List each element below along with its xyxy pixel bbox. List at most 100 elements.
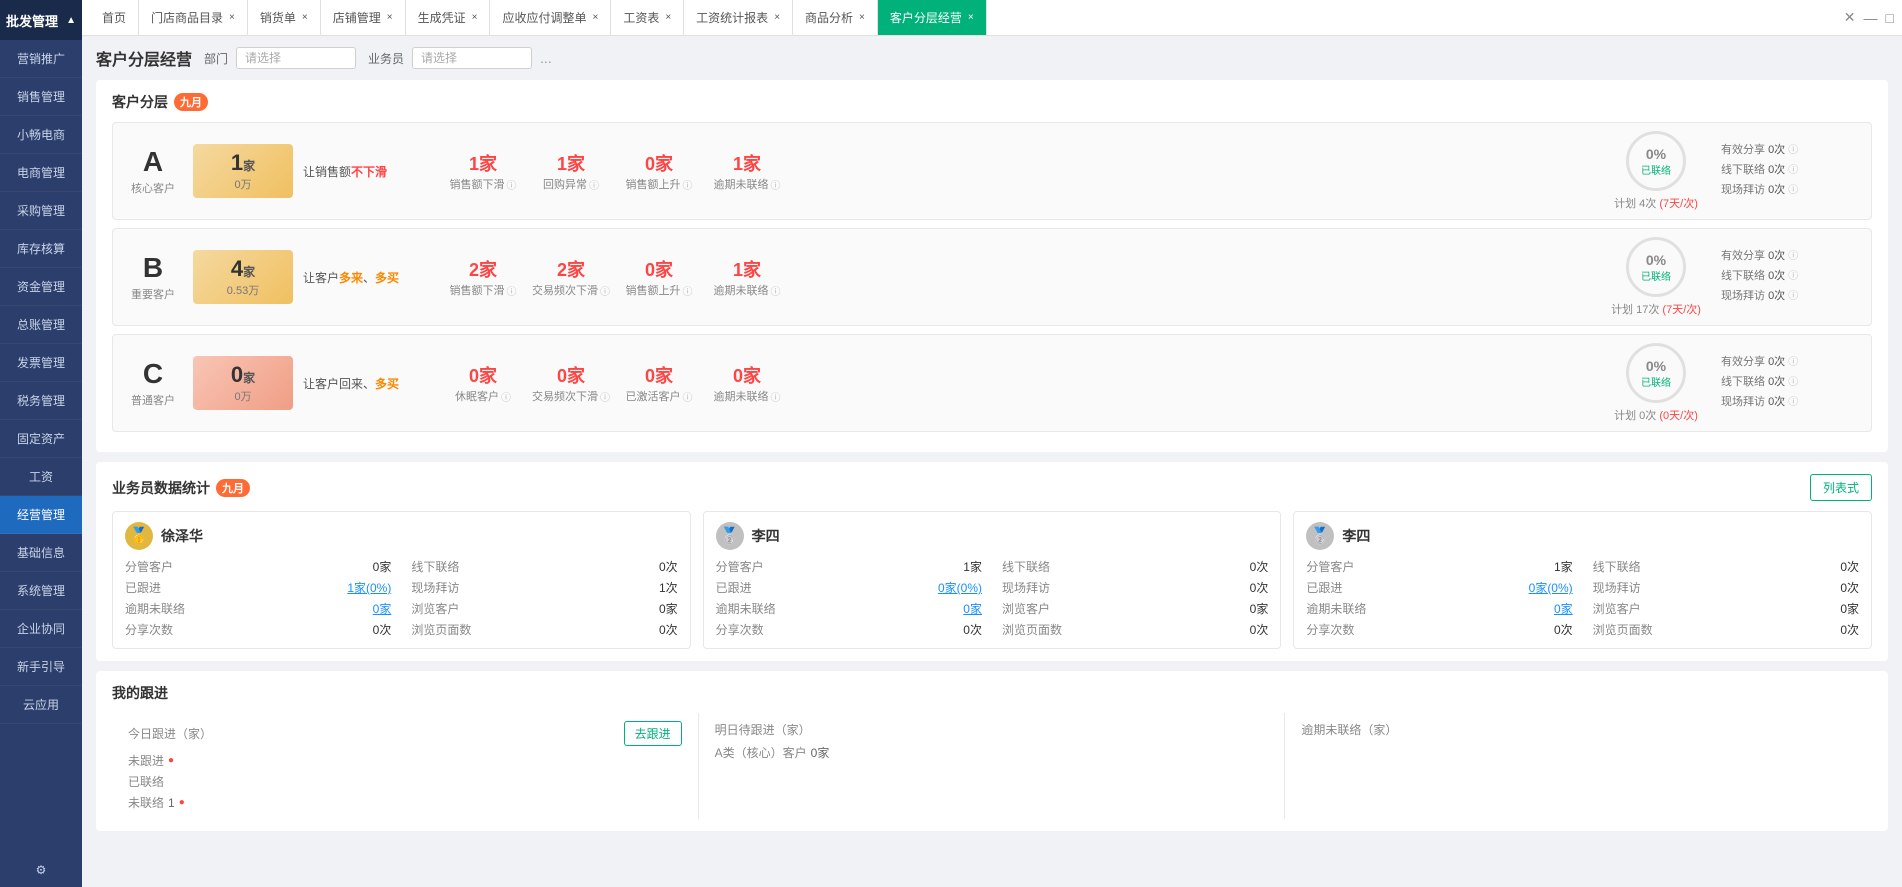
tab-客户分层经营[interactable]: 客户分层经营× [878,0,987,36]
stat-item[interactable]: 0家休眠客户 ⓘ [443,362,523,404]
sidebar-item-系统管理[interactable]: 系统管理 [0,572,82,610]
staff-stat-row: 逾期未联络 0家 [125,600,391,617]
stat-item[interactable]: 0家交易频次下滑 ⓘ [531,362,611,404]
tab-close-icon[interactable]: × [968,12,974,23]
main-area: 首页门店商品目录×销货单×店铺管理×生成凭证×应收应付调整单×工资表×工资统计报… [82,0,1902,887]
tab-close-icon[interactable]: × [859,12,865,23]
followup-grid: 今日跟进（家） 去跟进 未跟进 ● 已联络 未联络 1 ● [112,713,1872,819]
tab-首页[interactable]: 首页 [90,0,139,36]
stat-item[interactable]: 1家逾期未联络 ⓘ [707,256,787,298]
tier-count-box-c[interactable]: 0家0万 [193,356,293,410]
sidebar-item-电商管理[interactable]: 电商管理 [0,154,82,192]
staff-label: 业务员 [368,50,404,67]
tier-right-stats-a: 有效分享 0次 ⓘ线下联络 0次 ⓘ现场拜访 0次 ⓘ [1721,141,1861,200]
staff-name-1: 李四 [752,526,780,546]
staff-header-0: 🥇 徐泽华 [125,522,678,550]
sidebar-item-固定资产[interactable]: 固定资产 [0,420,82,458]
staff-stat-row: 分管客户 0家 [125,558,391,575]
tab-close-icon[interactable]: × [302,12,308,23]
tier-contact-box-b[interactable]: 0% 已联络 计划 17次 (7天/次) [1601,237,1711,317]
tab-close-icon[interactable]: × [665,12,671,23]
business-section: 业务员数据统计 九月 列表式 🥇 徐泽华 分管客户 0家 线下联络 0次 已跟进… [96,462,1888,661]
tier-contact-box-c[interactable]: 0% 已联络 计划 0次 (0天/次) [1601,343,1711,423]
tab-bar: 首页门店商品目录×销货单×店铺管理×生成凭证×应收应付调整单×工资表×工资统计报… [82,0,1902,36]
minimize-tab-icon[interactable]: — [1864,10,1878,26]
sidebar-item-销售管理[interactable]: 销售管理 [0,78,82,116]
sidebar-item-工资[interactable]: 工资 [0,458,82,496]
content-area: 客户分层经营 部门 请选择 业务员 请选择 ... 客户分层 九月 A核心客户1 [82,36,1902,887]
tab-销货单[interactable]: 销货单× [248,0,321,36]
goto-followup-button[interactable]: 去跟进 [624,721,682,746]
customer-month-badge: 九月 [174,93,208,111]
sidebar-header[interactable]: 批发管理 ▲ [0,0,82,40]
tab-商品分析[interactable]: 商品分析× [793,0,878,36]
tab-门店商品目录[interactable]: 门店商品目录× [139,0,248,36]
tab-工资统计报表[interactable]: 工资统计报表× [684,0,793,36]
sidebar-item-新手引导[interactable]: 新手引导 [0,648,82,686]
sidebar-item-税务管理[interactable]: 税务管理 [0,382,82,420]
sidebar-item-小畅电商[interactable]: 小畅电商 [0,116,82,154]
tier-action-c: 让客户回来、多买 [303,375,433,392]
sidebar-collapse-icon[interactable]: ▲ [66,15,76,26]
tab-应收应付调整单[interactable]: 应收应付调整单× [490,0,611,36]
followup-today-row1: 未跟进 ● [128,752,682,769]
list-view-button[interactable]: 列表式 [1810,474,1872,501]
sidebar-item-采购管理[interactable]: 采购管理 [0,192,82,230]
staff-name-0: 徐泽华 [161,526,203,546]
followup-tomorrow-title: 明日待跟进（家） [715,721,1269,738]
sidebar-settings-icon[interactable]: ⚙ [0,853,82,887]
close-tab-icon[interactable]: ✕ [1844,9,1856,26]
staff-header-1: 🥈 李四 [716,522,1269,550]
stat-item[interactable]: 1家逾期未联络 ⓘ [707,150,787,192]
tier-contact-box-a[interactable]: 0% 已联络 计划 4次 (7天/次) [1601,131,1711,211]
customer-section: 客户分层 九月 A核心客户1家0万让销售额不下滑1家销售额下滑 ⓘ1家回购异常 … [96,80,1888,452]
staff-stat-row: 分享次数 0次 [1306,621,1572,638]
stat-item[interactable]: 0家销售额上升 ⓘ [619,256,699,298]
dept-select[interactable]: 请选择 [236,47,356,69]
tab-店铺管理[interactable]: 店铺管理× [321,0,406,36]
sidebar-item-云应用[interactable]: 云应用 [0,686,82,724]
staff-stat-row: 分管客户 1家 [716,558,982,575]
stat-item[interactable]: 0家已激活客户 ⓘ [619,362,699,404]
stat-item[interactable]: 1家回购异常 ⓘ [531,150,611,192]
tab-工资表[interactable]: 工资表× [611,0,684,36]
sidebar-item-基础信息[interactable]: 基础信息 [0,534,82,572]
followup-section-label: 我的跟进 [112,683,168,703]
sidebar-item-经营管理[interactable]: 经营管理 [0,496,82,534]
tab-close-icon[interactable]: × [387,12,393,23]
dept-label: 部门 [204,50,228,67]
followup-today-row3: 未联络 1 ● [128,794,682,811]
tab-close-icon[interactable]: × [229,12,235,23]
tab-close-icon[interactable]: × [592,12,598,23]
stat-item[interactable]: 2家交易频次下滑 ⓘ [531,256,611,298]
tier-action-b: 让客户多来、多买 [303,269,433,286]
sidebar-item-发票管理[interactable]: 发票管理 [0,344,82,382]
tab-actions: ✕ — □ [1844,9,1894,26]
stat-item[interactable]: 1家销售额下滑 ⓘ [443,150,523,192]
sidebar-title: 批发管理 [6,11,58,30]
tab-close-icon[interactable]: × [774,12,780,23]
sidebar-item-库存核算[interactable]: 库存核算 [0,230,82,268]
tab-生成凭证[interactable]: 生成凭证× [406,0,491,36]
followup-overdue-col: 逾期未联络（家） [1285,713,1872,819]
followup-overdue-title: 逾期未联络（家） [1301,721,1856,738]
stat-item[interactable]: 2家销售额下滑 ⓘ [443,256,523,298]
staff-stat-row: 浏览页面数 0次 [411,621,677,638]
maximize-tab-icon[interactable]: □ [1886,10,1894,26]
staff-stat-row: 浏览页面数 0次 [1593,621,1859,638]
sidebar-item-资金管理[interactable]: 资金管理 [0,268,82,306]
staff-stat-row: 逾期未联络 0家 [716,600,982,617]
stat-item[interactable]: 0家销售额上升 ⓘ [619,150,699,192]
stat-item[interactable]: 0家逾期未联络 ⓘ [707,362,787,404]
sidebar-item-总账管理[interactable]: 总账管理 [0,306,82,344]
tier-count-box-b[interactable]: 4家0.53万 [193,250,293,304]
staff-stat-row: 浏览客户 0家 [1593,600,1859,617]
tier-count-box-a[interactable]: 1家0万 [193,144,293,198]
tab-close-icon[interactable]: × [472,12,478,23]
staff-stat-row: 分享次数 0次 [716,621,982,638]
filter-more[interactable]: ... [540,50,552,66]
followup-tomorrow-row1: A类（核心）客户 0家 [715,744,1269,761]
sidebar-item-营销推广[interactable]: 营销推广 [0,40,82,78]
sidebar-item-企业协同[interactable]: 企业协同 [0,610,82,648]
staff-select[interactable]: 请选择 [412,47,532,69]
